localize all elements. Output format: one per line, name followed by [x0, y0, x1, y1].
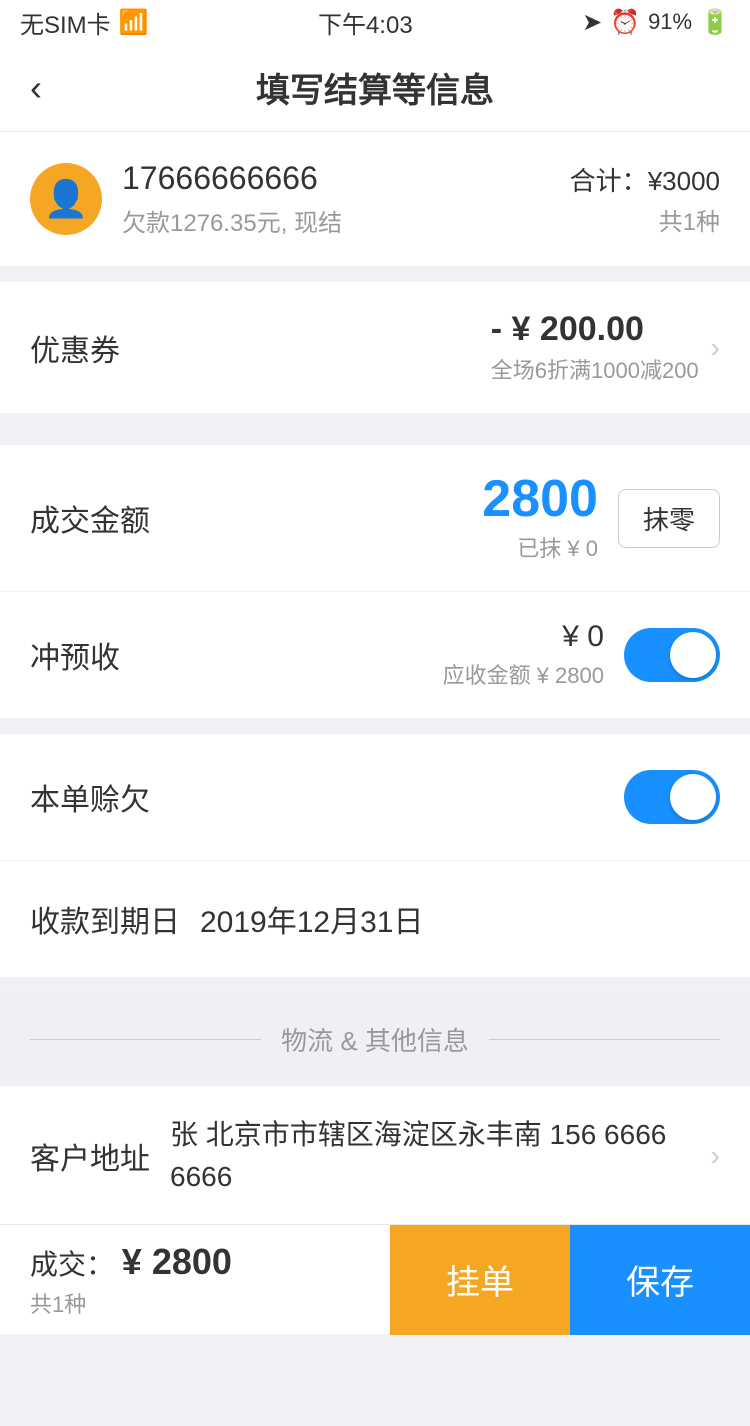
status-left: 无SIM卡 📶 — [20, 5, 149, 40]
bottom-deal-row: 成交： ¥ 2800 — [30, 1241, 360, 1283]
coupon-info: - ¥ 200.00 全场6折满1000减200 — [491, 310, 699, 385]
amount-right: 2800 已抹 ¥ 0 抹零 — [482, 473, 720, 563]
bottom-bar: 成交： ¥ 2800 共1种 挂单 保存 — [0, 1224, 750, 1334]
amount-row: 成交金额 2800 已抹 ¥ 0 抹零 — [0, 445, 750, 591]
advance-value-wrap: ¥ 0 应收金额 ¥ 2800 — [443, 620, 604, 690]
chevron-right-icon: › — [711, 332, 720, 364]
amount-value: 2800 — [482, 473, 598, 525]
section-divider-3 — [0, 977, 750, 993]
advance-right: ¥ 0 应收金额 ¥ 2800 — [443, 620, 720, 690]
duedate-row: 收款到期日 2019年12月31日 — [0, 860, 750, 977]
bottom-summary: 成交： ¥ 2800 共1种 — [0, 1241, 390, 1319]
advance-row: 冲预收 ¥ 0 应收金额 ¥ 2800 — [0, 591, 750, 718]
advance-toggle[interactable] — [624, 628, 720, 682]
hold-order-button[interactable]: 挂单 — [390, 1225, 570, 1335]
avatar: 👤 — [30, 163, 102, 235]
bottom-deal-label: 成交： — [30, 1249, 114, 1280]
customer-info: 17666666666 欠款1276.35元, 现结 — [122, 160, 342, 238]
logistics-line-right — [489, 1039, 720, 1040]
amount-value-wrap: 2800 已抹 ¥ 0 — [482, 473, 598, 563]
debit-toggle-knob — [670, 774, 716, 820]
advance-value: ¥ 0 — [443, 620, 604, 654]
address-chevron-icon: › — [711, 1140, 720, 1172]
total-label: 合计：¥3000 — [570, 161, 720, 198]
debit-row: 本单赊欠 — [0, 734, 750, 860]
location-icon: ➤ — [582, 8, 602, 37]
coupon-row[interactable]: 优惠券 - ¥ 200.00 全场6折满1000减200 › — [0, 282, 750, 413]
avatar-icon: 👤 — [44, 178, 89, 220]
status-right: ➤ ⏰ 91% 🔋 — [582, 8, 730, 37]
address-row[interactable]: 客户地址 张 北京市市辖区海淀区永丰南 156 6666 6666 › — [0, 1086, 750, 1226]
coupon-right: - ¥ 200.00 全场6折满1000减200 › — [491, 310, 720, 385]
alarm-icon: ⏰ — [610, 8, 640, 37]
address-label: 客户地址 — [30, 1134, 150, 1178]
debit-label: 本单赊欠 — [30, 775, 150, 819]
duedate-label: 收款到期日 — [30, 897, 180, 941]
wifi-icon: 📶 — [119, 8, 149, 37]
advance-label: 冲预收 — [30, 633, 120, 677]
battery-text: 91% — [648, 9, 692, 35]
customer-card: 👤 17666666666 欠款1276.35元, 现结 合计：¥3000 共1… — [0, 132, 750, 266]
status-time: 下午4:03 — [318, 5, 413, 40]
save-button[interactable]: 保存 — [570, 1225, 750, 1335]
customer-phone: 17666666666 — [122, 160, 342, 197]
customer-right: 合计：¥3000 共1种 — [570, 161, 720, 237]
debit-toggle[interactable] — [624, 770, 720, 824]
nav-bar: ‹ 填写结算等信息 — [0, 44, 750, 132]
coupon-discount: - ¥ 200.00 — [491, 310, 699, 349]
round-zero-button[interactable]: 抹零 — [618, 489, 720, 548]
customer-debt: 欠款1276.35元, 现结 — [122, 203, 342, 238]
amount-sub: 已抹 ¥ 0 — [482, 531, 598, 563]
total-count: 共1种 — [570, 202, 720, 237]
section-divider-1 — [0, 429, 750, 445]
bottom-deal-amount: ¥ 2800 — [122, 1241, 232, 1282]
duedate-value: 2019年12月31日 — [200, 897, 423, 941]
bottom-deal-count: 共1种 — [30, 1287, 360, 1319]
logistics-line-left — [30, 1039, 261, 1040]
toggle-knob — [670, 632, 716, 678]
battery-icon: 🔋 — [700, 8, 730, 37]
page-title: 填写结算等信息 — [256, 63, 494, 112]
logistics-divider: 物流 & 其他信息 — [0, 993, 750, 1086]
advance-sub: 应收金额 ¥ 2800 — [443, 658, 604, 690]
customer-left: 👤 17666666666 欠款1276.35元, 现结 — [30, 160, 342, 238]
coupon-desc: 全场6折满1000减200 — [491, 353, 699, 385]
amount-label: 成交金额 — [30, 496, 150, 540]
section-divider-2 — [0, 718, 750, 734]
address-value: 张 北京市市辖区海淀区永丰南 156 6666 6666 — [150, 1114, 711, 1198]
no-sim-text: 无SIM卡 — [20, 5, 111, 40]
coupon-label: 优惠券 — [30, 326, 120, 370]
logistics-text: 物流 & 其他信息 — [281, 1021, 469, 1058]
back-button[interactable]: ‹ — [30, 70, 42, 106]
status-bar: 无SIM卡 📶 下午4:03 ➤ ⏰ 91% 🔋 — [0, 0, 750, 44]
